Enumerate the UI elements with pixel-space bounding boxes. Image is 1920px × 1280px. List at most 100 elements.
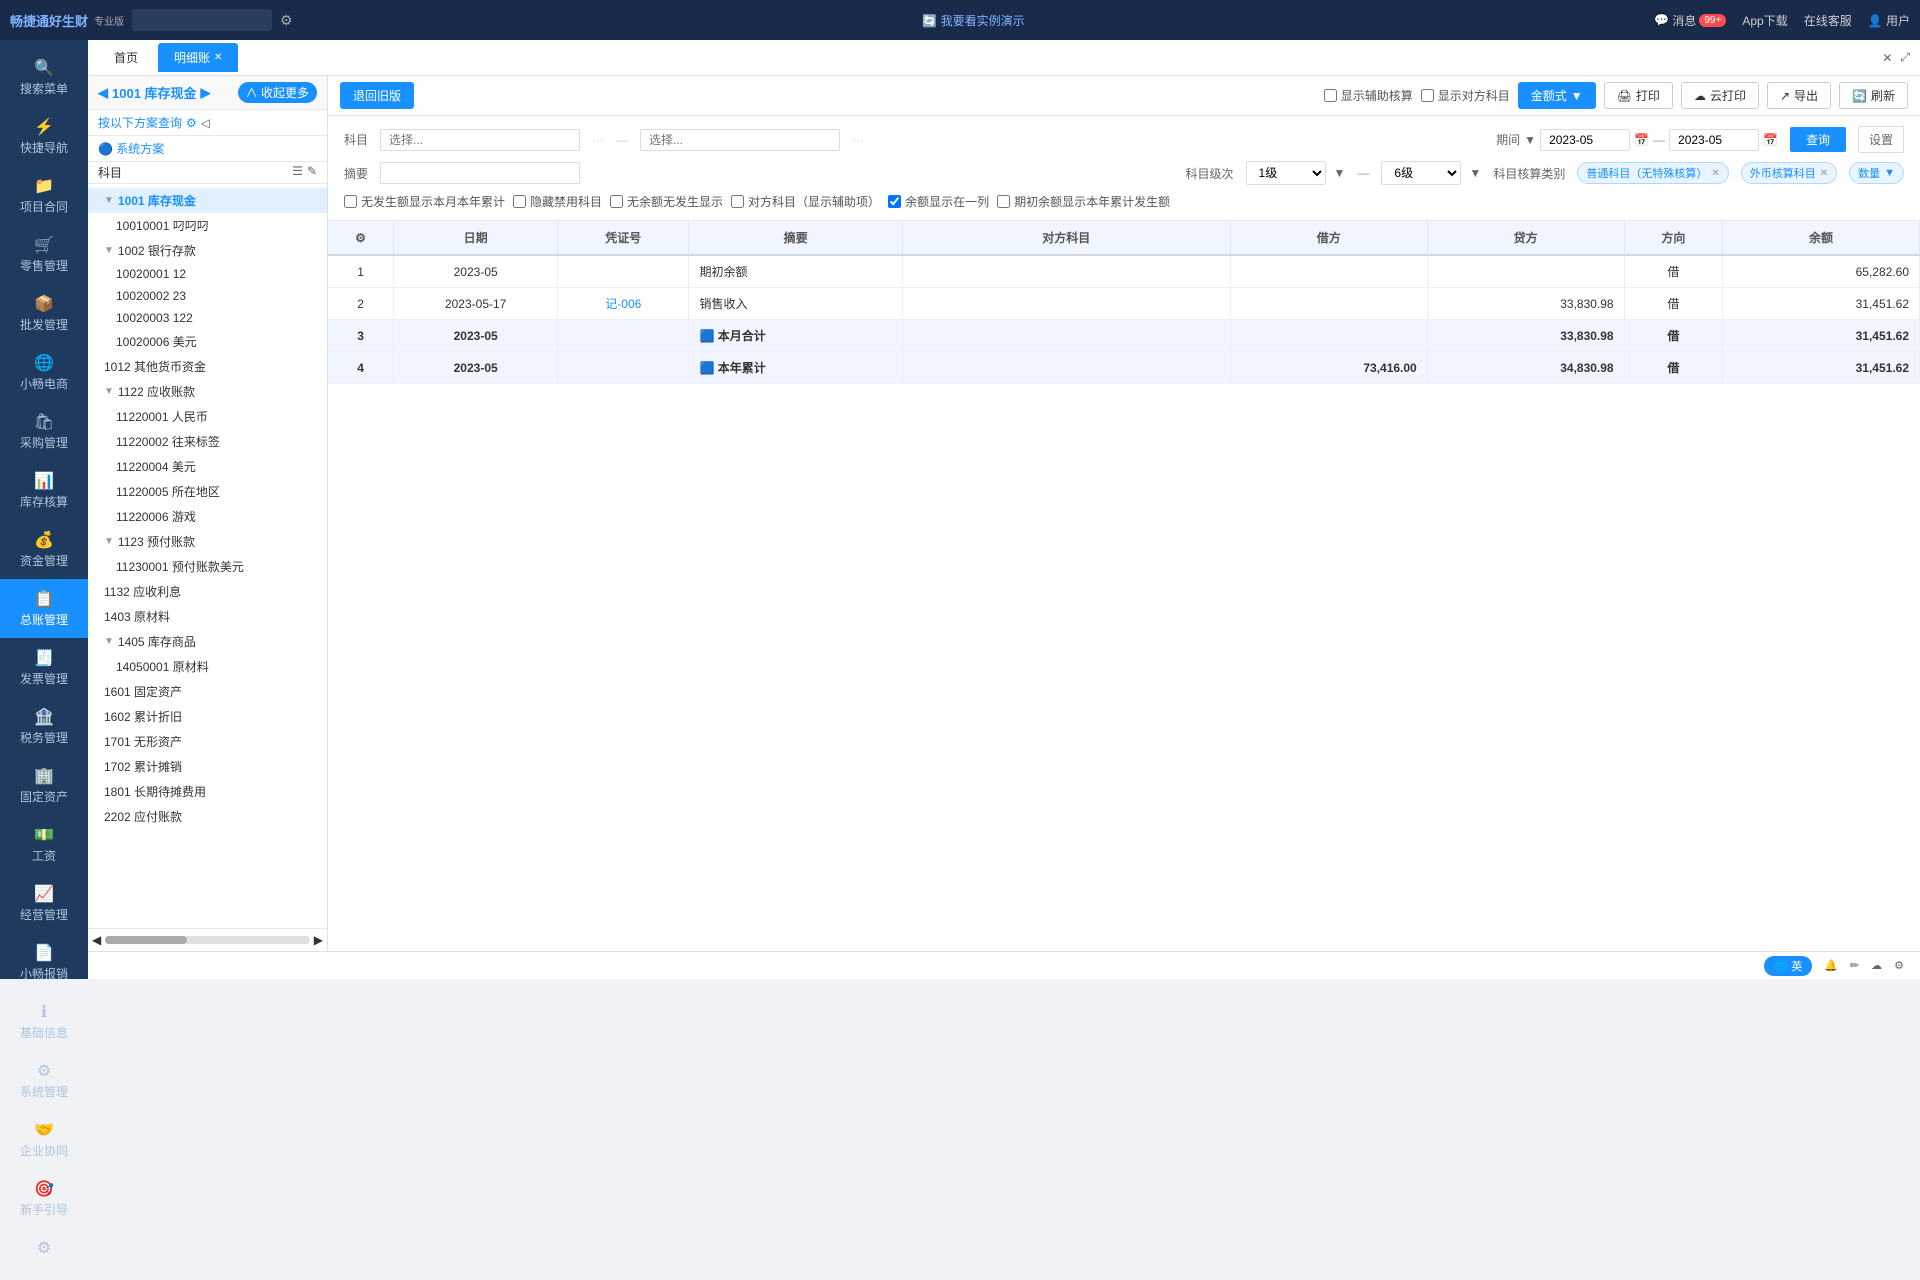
sidebar-item-finance[interactable]: 💰 资金管理: [0, 520, 88, 579]
tree-node-1403[interactable]: 1403 原材料: [88, 604, 327, 629]
check-one-col-input[interactable]: [888, 195, 901, 208]
level-end-dropdown-icon[interactable]: ▼: [1469, 166, 1481, 180]
sidebar-item-assets[interactable]: 🏢 固定资产: [0, 756, 88, 815]
sidebar-item-ledger[interactable]: 📋 总账管理: [0, 579, 88, 638]
subject-input2[interactable]: [640, 129, 840, 151]
type-tag-3-dropdown[interactable]: ▼: [1884, 167, 1895, 179]
tree-node-11220001[interactable]: 11220001 人民币: [88, 404, 327, 429]
sidebar-item-system[interactable]: ⚙ 系统管理: [0, 1051, 88, 1110]
tree-node-1002[interactable]: ▼ 1002 银行存款: [88, 238, 327, 263]
check-no-balance[interactable]: 无发生额显示本月本年累计: [344, 193, 505, 210]
tree-node-1405[interactable]: ▼ 1405 库存商品: [88, 629, 327, 654]
tree-node-10020002[interactable]: 10020002 23: [88, 285, 327, 307]
sidebar-settings-item[interactable]: ⚙: [33, 1228, 55, 1270]
sidebar-item-base[interactable]: ℹ 基础信息: [0, 992, 88, 1051]
app-download[interactable]: App下载: [1742, 12, 1787, 29]
tree-node-1132[interactable]: 1132 应收利息: [88, 579, 327, 604]
sidebar-item-tax[interactable]: 🏦 税务管理: [0, 697, 88, 756]
level-end-select[interactable]: 6级5级4级: [1381, 161, 1461, 185]
sidebar-item-invoice[interactable]: 🧾 发票管理: [0, 638, 88, 697]
sidebar-item-coop[interactable]: 🤝 企业协同: [0, 1110, 88, 1169]
tree-h-scrollbar[interactable]: [105, 936, 310, 944]
tree-node-10010001[interactable]: 10010001 叼叼叼: [88, 213, 327, 238]
period-start-input[interactable]: [1540, 129, 1630, 151]
tree-node-11220005[interactable]: 11220005 所在地区: [88, 479, 327, 504]
check-no-balance-input[interactable]: [344, 195, 357, 208]
tree-header-nav-left[interactable]: ◀: [98, 85, 108, 101]
tab-home[interactable]: 首页: [98, 43, 154, 72]
check-hide-used-input[interactable]: [513, 195, 526, 208]
tree-toolbar-edit-icon[interactable]: ✎: [307, 164, 317, 178]
tree-node-1701[interactable]: 1701 无形资产: [88, 729, 327, 754]
close-window-icon[interactable]: ✕: [1882, 51, 1892, 65]
cloud-print-btn[interactable]: ☁ 云打印: [1681, 82, 1759, 109]
period-dropdown-icon[interactable]: ▼: [1524, 133, 1536, 147]
edit-icon[interactable]: ✏: [1850, 959, 1859, 972]
tab-detail[interactable]: 明细账 ✕: [158, 43, 238, 72]
settings-status-icon[interactable]: ⚙: [1894, 959, 1904, 972]
level-dropdown-icon[interactable]: ▼: [1334, 166, 1346, 180]
tree-toolbar-list-icon[interactable]: ☰: [292, 164, 303, 178]
query-btn[interactable]: 查询: [1790, 127, 1846, 152]
lang-btn[interactable]: 🌐 英: [1764, 956, 1812, 976]
tree-node-1122[interactable]: ▼ 1122 应收账款: [88, 379, 327, 404]
voucher-link-2[interactable]: 记-006: [605, 297, 641, 311]
settings-icon[interactable]: ⚙: [280, 12, 293, 29]
refresh-btn[interactable]: 🔄 刷新: [1839, 82, 1908, 109]
export-btn[interactable]: ↗ 导出: [1767, 82, 1831, 109]
td-voucher-2[interactable]: 记-006: [558, 288, 689, 320]
tab-close-icon[interactable]: ✕: [214, 52, 222, 63]
sidebar-item-quick[interactable]: ⚡ 快捷导航: [0, 107, 88, 166]
sidebar-item-ecommerce[interactable]: 🌐 小畅电商: [0, 343, 88, 402]
tree-node-10020003[interactable]: 10020003 122: [88, 307, 327, 329]
tree-more-btn[interactable]: ∧ 收起更多: [238, 82, 317, 103]
tree-node-11220002[interactable]: 11220002 往来标签: [88, 429, 327, 454]
type-tag-1[interactable]: 普通科目（无特殊核算） ✕: [1577, 162, 1728, 184]
top-search-input[interactable]: [132, 9, 272, 31]
type-tag-2[interactable]: 外币核算科目 ✕: [1741, 162, 1837, 184]
sidebar-settings[interactable]: ⚙: [33, 1228, 55, 1280]
tree-header-nav-right[interactable]: ▶: [201, 85, 211, 101]
check-hide-used[interactable]: 隐藏禁用科目: [513, 193, 602, 210]
show-opposite-check[interactable]: 显示对方科目: [1421, 87, 1510, 104]
gear-icon[interactable]: ⚙: [355, 231, 366, 245]
period-calendar-icon2[interactable]: 📅: [1763, 133, 1778, 147]
th-gear[interactable]: ⚙: [328, 221, 394, 255]
sidebar-item-retail[interactable]: 🛒 零售管理: [0, 225, 88, 284]
tree-node-10020001[interactable]: 10020001 12: [88, 263, 327, 285]
subject-input[interactable]: [380, 129, 580, 151]
show-assist-checkbox[interactable]: [1324, 89, 1337, 102]
sidebar-item-operations[interactable]: 📈 经营管理: [0, 874, 88, 933]
tree-node-11230001[interactable]: 11230001 预付账款美元: [88, 554, 327, 579]
tree-node-1012[interactable]: 1012 其他货币资金: [88, 354, 327, 379]
check-period-acc-input[interactable]: [997, 195, 1010, 208]
sidebar-item-inventory[interactable]: 📊 库存核算: [0, 461, 88, 520]
print-btn[interactable]: 🖨 打印: [1604, 82, 1673, 109]
sidebar-item-project[interactable]: 📁 项目合同: [0, 166, 88, 225]
tree-node-1001[interactable]: ▼ 1001 库存现金: [88, 188, 327, 213]
scroll-right-icon[interactable]: ▶: [314, 933, 323, 947]
type-tag-3[interactable]: 数量 ▼: [1849, 162, 1904, 184]
period-calendar-icon1[interactable]: 📅: [1634, 133, 1649, 147]
expand-icon[interactable]: ⤢: [1900, 50, 1910, 65]
online-service[interactable]: 在线客服: [1804, 12, 1852, 29]
summary-input[interactable]: [380, 162, 580, 184]
show-assist-check[interactable]: 显示辅助核算: [1324, 87, 1413, 104]
check-opposite[interactable]: 对方科目（显示辅助项）: [731, 193, 880, 210]
query-settings-icon[interactable]: ⚙: [186, 116, 197, 130]
check-one-col[interactable]: 余额显示在一列: [888, 193, 989, 210]
sidebar-item-report[interactable]: 📄 小畅报销: [0, 933, 88, 992]
check-no-zero-input[interactable]: [610, 195, 623, 208]
notification-icon[interactable]: 🔔: [1824, 959, 1838, 972]
scroll-left-icon[interactable]: ◀: [92, 933, 101, 947]
system-plan-label[interactable]: 系统方案: [116, 142, 164, 156]
tree-node-1123[interactable]: ▼ 1123 预付账款: [88, 529, 327, 554]
tree-node-11220004[interactable]: 11220004 美元: [88, 454, 327, 479]
setting-btn[interactable]: 设置: [1858, 126, 1904, 153]
check-no-zero[interactable]: 无余额无发生显示: [610, 193, 723, 210]
tree-node-2202[interactable]: 2202 应付账款: [88, 804, 327, 829]
currency-btn[interactable]: 金额式 ▼: [1518, 82, 1596, 109]
sidebar-item-purchase[interactable]: 🛍 采购管理: [0, 402, 88, 461]
sidebar-item-salary[interactable]: 💵 工资: [0, 815, 88, 874]
check-opposite-input[interactable]: [731, 195, 744, 208]
